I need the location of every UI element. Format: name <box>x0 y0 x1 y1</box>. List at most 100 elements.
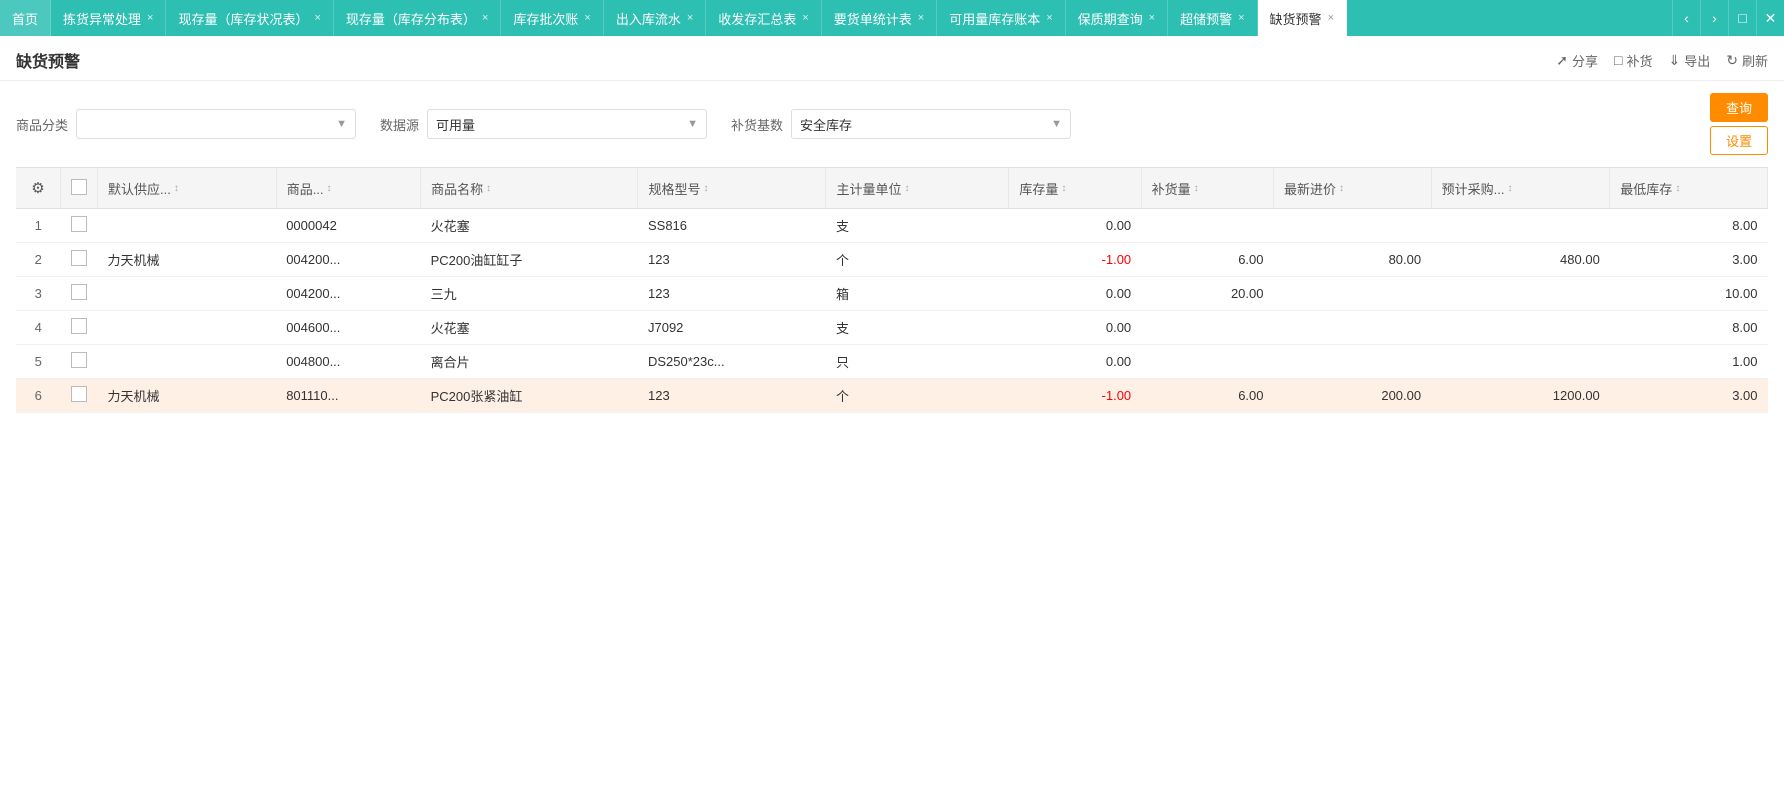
tab-close-abnormal[interactable]: × <box>147 12 153 24</box>
row-checkbox[interactable] <box>71 318 87 334</box>
cell-latest-price <box>1274 277 1432 311</box>
settings-button[interactable]: 设置 <box>1710 126 1768 155</box>
cell-supplier: 力天机械 <box>98 379 277 413</box>
filter-row: 商品分类 ▼ 数据源 可用量 ▼ 补货基数 安全库存 ▼ 查询 设置 <box>0 81 1784 167</box>
page-content: 缺货预警 ➚ 分享 □ 补货 ⇓ 导出 ↻ 刷新 商品分类 <box>0 36 1784 796</box>
datasource-select[interactable]: 可用量 ▼ <box>427 109 707 139</box>
category-filter: 商品分类 ▼ <box>16 109 356 139</box>
col-stock-sort-icon[interactable]: ↕ <box>1061 183 1066 194</box>
tab-expiry[interactable]: 保质期查询 × <box>1066 0 1168 36</box>
cell-checkbox[interactable] <box>61 311 98 345</box>
col-replenish-qty-sort-icon[interactable]: ↕ <box>1194 183 1199 194</box>
tab-close-demand-stat[interactable]: × <box>918 12 924 24</box>
tab-inout-flow[interactable]: 出入库流水× <box>604 0 706 36</box>
column-settings-icon[interactable]: ⚙ <box>26 176 50 200</box>
tab-close-available-ledger[interactable]: × <box>1046 12 1052 24</box>
refresh-button[interactable]: ↻ 刷新 <box>1726 51 1768 70</box>
cell-product-name: 离合片 <box>421 345 638 379</box>
tab-restore[interactable]: □ <box>1728 0 1756 36</box>
tab-label-expiry: 保质期查询 <box>1078 9 1143 28</box>
table-header-row: ⚙ 默认供应...↕ 商品...↕ 商品名称↕ 规格型号↕ 主计量单位↕ 库存量… <box>16 168 1768 209</box>
tab-shortage[interactable]: 缺货预警 × <box>1258 0 1347 36</box>
cell-product-name: 火花塞 <box>421 209 638 243</box>
tab-batch-account[interactable]: 库存批次账× <box>501 0 603 36</box>
cell-latest-price: 80.00 <box>1274 243 1432 277</box>
tab-overstock[interactable]: 超储预警× <box>1168 0 1257 36</box>
row-checkbox[interactable] <box>71 284 87 300</box>
col-latest-price-sort-icon[interactable]: ↕ <box>1339 183 1344 194</box>
tab-demand-stat[interactable]: 要货单统计表× <box>822 0 937 36</box>
col-product-code-label: 商品... <box>287 179 324 198</box>
tab-close-shortage[interactable]: × <box>1328 12 1334 24</box>
table-container: ⚙ 默认供应...↕ 商品...↕ 商品名称↕ 规格型号↕ 主计量单位↕ 库存量… <box>0 167 1784 413</box>
page-header: 缺货预警 ➚ 分享 □ 补货 ⇓ 导出 ↻ 刷新 <box>0 36 1784 81</box>
tab-label-home: 首页 <box>12 9 38 28</box>
cell-supplier <box>98 277 277 311</box>
cell-checkbox[interactable] <box>61 243 98 277</box>
category-label: 商品分类 <box>16 115 68 134</box>
col-min-stock-sort-icon[interactable]: ↕ <box>1675 183 1680 194</box>
tab-label-stock-dist: 现存量（库存分布表） <box>346 9 476 28</box>
table-row: 6 力天机械 801110... PC200张紧油缸 123 个 -1.00 6… <box>16 379 1768 413</box>
col-est-purchase-sort-icon[interactable]: ↕ <box>1507 183 1512 194</box>
tab-close-all[interactable]: ✕ <box>1756 0 1784 36</box>
cell-unit: 支 <box>826 209 1009 243</box>
refresh-icon: ↻ <box>1726 52 1738 69</box>
tab-label-shortage: 缺货预警 <box>1270 9 1322 28</box>
query-button[interactable]: 查询 <box>1710 93 1768 122</box>
cell-unit: 个 <box>826 379 1009 413</box>
cell-checkbox[interactable] <box>61 345 98 379</box>
col-product-code: 商品...↕ <box>276 168 420 209</box>
col-unit: 主计量单位↕ <box>826 168 1009 209</box>
cell-est-purchase <box>1431 345 1610 379</box>
table-row: 2 力天机械 004200... PC200油缸缸子 123 个 -1.00 6… <box>16 243 1768 277</box>
replenish-basis-chevron-icon: ▼ <box>1051 118 1062 130</box>
tab-receive-summary[interactable]: 收发存汇总表× <box>706 0 821 36</box>
cell-checkbox[interactable] <box>61 277 98 311</box>
col-product-code-sort-icon[interactable]: ↕ <box>327 183 332 194</box>
table-row: 3 004200... 三九 123 箱 0.00 20.00 10.00 <box>16 277 1768 311</box>
cell-checkbox[interactable] <box>61 209 98 243</box>
row-checkbox[interactable] <box>71 352 87 368</box>
row-checkbox[interactable] <box>71 386 87 402</box>
tab-bar: 首页拣货异常处理×现存量（库存状况表）×现存量（库存分布表）×库存批次账×出入库… <box>0 0 1784 36</box>
cell-min-stock: 3.00 <box>1610 379 1768 413</box>
cell-stock: -1.00 <box>1009 379 1141 413</box>
tab-scroll-left[interactable]: ‹ <box>1672 0 1700 36</box>
cell-est-purchase <box>1431 311 1610 345</box>
tab-close-stock-dist[interactable]: × <box>482 12 488 24</box>
cell-replenish-qty: 20.00 <box>1141 277 1273 311</box>
row-checkbox[interactable] <box>71 250 87 266</box>
cell-checkbox[interactable] <box>61 379 98 413</box>
cell-replenish-qty: 6.00 <box>1141 379 1273 413</box>
col-unit-sort-icon[interactable]: ↕ <box>904 183 909 194</box>
export-button[interactable]: ⇓ 导出 <box>1669 51 1711 70</box>
col-settings[interactable]: ⚙ <box>16 168 61 209</box>
tab-abnormal[interactable]: 拣货异常处理× <box>51 0 166 36</box>
tab-close-expiry[interactable]: × <box>1149 12 1155 24</box>
tab-home[interactable]: 首页 <box>0 0 51 36</box>
replenish-basis-select[interactable]: 安全库存 ▼ <box>791 109 1071 139</box>
header-actions: ➚ 分享 □ 补货 ⇓ 导出 ↻ 刷新 <box>1556 51 1768 70</box>
col-spec-sort-icon[interactable]: ↕ <box>704 183 709 194</box>
replenish-button[interactable]: □ 补货 <box>1614 51 1652 70</box>
tab-close-batch-account[interactable]: × <box>584 12 590 24</box>
tab-stock-dist[interactable]: 现存量（库存分布表） × <box>334 0 501 36</box>
cell-spec: DS250*23c... <box>638 345 826 379</box>
cell-replenish-qty <box>1141 209 1273 243</box>
tab-stock-status[interactable]: 现存量（库存状况表）× <box>166 0 333 36</box>
tab-close-receive-summary[interactable]: × <box>802 12 808 24</box>
row-checkbox[interactable] <box>71 216 87 232</box>
share-button[interactable]: ➚ 分享 <box>1556 51 1598 70</box>
tab-scroll-right[interactable]: › <box>1700 0 1728 36</box>
tab-close-stock-status[interactable]: × <box>314 12 320 24</box>
col-supplier-sort-icon[interactable]: ↕ <box>174 183 179 194</box>
select-all-checkbox[interactable] <box>71 179 87 195</box>
tab-close-overstock[interactable]: × <box>1238 12 1244 24</box>
tab-available-ledger[interactable]: 可用量库存账本× <box>937 0 1065 36</box>
category-select[interactable]: ▼ <box>76 109 356 139</box>
cell-latest-price <box>1274 345 1432 379</box>
tab-close-inout-flow[interactable]: × <box>687 12 693 24</box>
col-product-name-sort-icon[interactable]: ↕ <box>486 183 491 194</box>
datasource-label: 数据源 <box>380 115 419 134</box>
